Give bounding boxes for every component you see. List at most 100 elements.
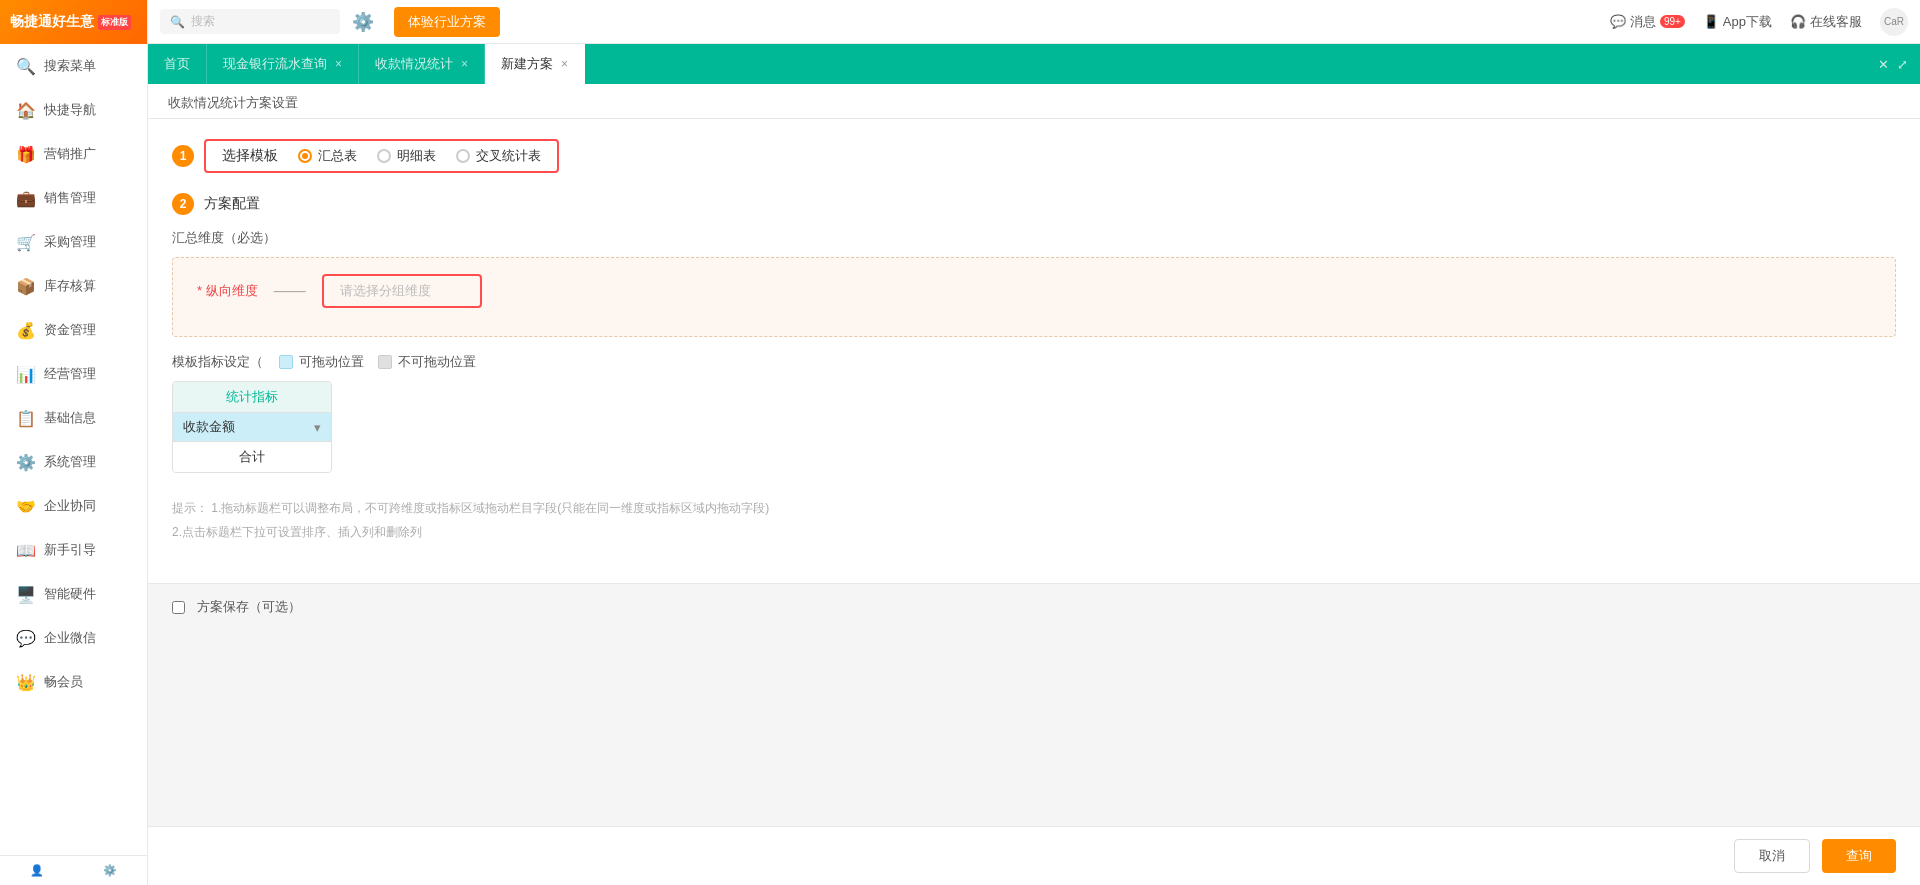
page-title: 收款情况统计方案设置 [168, 95, 298, 110]
sidebar-label-6: 资金管理 [44, 321, 96, 339]
step1-section: 1 选择模板 汇总表明细表交叉统计表 [172, 139, 1896, 173]
cancel-button[interactable]: 取消 [1734, 839, 1810, 873]
app-name: 畅捷通好生意 [10, 13, 94, 31]
search-placeholder: 搜索 [191, 13, 215, 30]
radio-option-1[interactable]: 明细表 [377, 147, 436, 165]
tab-label-1: 现金银行流水查询 [223, 55, 327, 73]
app-logo: 畅捷通好生意 标准版 [0, 0, 147, 44]
tab-close-2[interactable]: × [461, 57, 468, 71]
step2-num: 2 [172, 193, 194, 215]
footer-actions: 取消 查询 [148, 826, 1920, 885]
metrics-table-header: 统计指标 [173, 382, 331, 412]
plan-save-label: 方案保存（可选） [197, 598, 301, 616]
metrics-section-title: 模板指标设定（ [172, 353, 263, 371]
sidebar-item-3[interactable]: 💼 销售管理 [0, 176, 147, 220]
sidebar-item-6[interactable]: 💰资金管理 [0, 308, 147, 352]
close-window-icon[interactable]: ✕ [1878, 57, 1889, 72]
sidebar-bottom: 👤 ⚙️ [0, 855, 147, 885]
sidebar-item-0[interactable]: 🔍搜索菜单 [0, 44, 147, 88]
sidebar-icon-7: 📊 [16, 365, 36, 384]
sidebar-item-2[interactable]: 🎁营销推广 [0, 132, 147, 176]
metrics-cell-1: 收款金额 ▾ [173, 412, 331, 441]
tab-close-1[interactable]: × [335, 57, 342, 71]
legend-movable: 可拖动位置 [279, 353, 364, 371]
sidebar-label-13: 企业微信 [44, 629, 96, 647]
sidebar-icon-4: 🛒 [16, 233, 36, 252]
sidebar-label-7: 经营管理 [44, 365, 96, 383]
sidebar-label-8: 基础信息 [44, 409, 96, 427]
industry-btn[interactable]: 体验行业方案 [394, 7, 500, 37]
sidebar-label-5: 库存核算 [44, 277, 96, 295]
radio-circle-1 [377, 149, 391, 163]
movable-dot [279, 355, 293, 369]
radio-option-0[interactable]: 汇总表 [298, 147, 357, 165]
settings-icon[interactable]: ⚙️ [352, 11, 374, 33]
online-service-item[interactable]: 🎧 在线客服 [1790, 13, 1862, 31]
fixed-label: 不可拖动位置 [398, 353, 476, 371]
tabbar: 首页现金银行流水查询×收款情况统计×新建方案×✕⤢ [148, 44, 1920, 84]
sidebar-item-4[interactable]: 🛒 采购管理 [0, 220, 147, 264]
radio-label-1: 明细表 [397, 147, 436, 165]
topbar: 🔍 搜索 ⚙️ 体验行业方案 💬 消息 99+ 📱 App下载 🎧 在线客服 C… [148, 0, 1920, 44]
dimension-select[interactable]: 请选择分组维度 [322, 274, 482, 308]
tab-2[interactable]: 收款情况统计 × [359, 44, 485, 84]
metrics-dropdown-icon[interactable]: ▾ [314, 420, 321, 435]
sidebar-label-1: 快捷导航 [44, 101, 96, 119]
template-selection-box: 选择模板 汇总表明细表交叉统计表 [204, 139, 559, 173]
sidebar-label-3: 销售管理 [44, 189, 96, 207]
main-area: 🔍 搜索 ⚙️ 体验行业方案 💬 消息 99+ 📱 App下载 🎧 在线客服 C… [148, 0, 1920, 885]
sidebar-item-14[interactable]: 👑 畅会员 [0, 660, 147, 704]
sidebar-item-12[interactable]: 🖥️智能硬件 [0, 572, 147, 616]
sidebar-label-4: 采购管理 [44, 233, 96, 251]
sidebar-bottom-item-1[interactable]: 👤 [0, 856, 74, 885]
sidebar-item-5[interactable]: 📦库存核算 [0, 264, 147, 308]
topbar-right: 💬 消息 99+ 📱 App下载 🎧 在线客服 CaR [1610, 8, 1908, 36]
sidebar-label-14: 畅会员 [44, 673, 83, 691]
sidebar-item-13[interactable]: 💬 企业微信 [0, 616, 147, 660]
edition-badge: 标准版 [98, 15, 131, 30]
sidebar-icon-1: 🏠 [16, 101, 36, 120]
content-area: 1 选择模板 汇总表明细表交叉统计表 2 方案配置 汇总维度（必选） [148, 119, 1920, 826]
sidebar-icon-14: 👑 [16, 673, 36, 692]
tab-label-2: 收款情况统计 [375, 55, 453, 73]
tab-3[interactable]: 新建方案× [485, 44, 585, 84]
notification-badge: 99+ [1660, 15, 1685, 28]
notification-item[interactable]: 💬 消息 99+ [1610, 13, 1685, 31]
sidebar-icon-12: 🖥️ [16, 585, 36, 604]
vertical-dimension-row: * 纵向维度 —— 请选择分组维度 [197, 274, 1871, 308]
sidebar-icon-10: 🤝 [16, 497, 36, 516]
fixed-dot [378, 355, 392, 369]
sidebar-item-9[interactable]: ⚙️系统管理 [0, 440, 147, 484]
sidebar-item-7[interactable]: 📊 经营管理 [0, 352, 147, 396]
tab-1[interactable]: 现金银行流水查询 × [207, 44, 359, 84]
search-icon: 🔍 [170, 15, 185, 29]
vertical-label: * 纵向维度 [197, 282, 258, 300]
sidebar-label-11: 新手引导 [44, 541, 96, 559]
topbar-search[interactable]: 🔍 搜索 [160, 9, 340, 34]
sidebar-item-1[interactable]: 🏠 快捷导航 [0, 88, 147, 132]
query-button[interactable]: 查询 [1822, 839, 1896, 873]
sidebar-item-8[interactable]: 📋基础信息 [0, 396, 147, 440]
step1-header: 1 选择模板 汇总表明细表交叉统计表 [172, 139, 1896, 173]
sidebar-icon-3: 💼 [16, 189, 36, 208]
sidebar-item-11[interactable]: 📖新手引导 [0, 528, 147, 572]
arrow-icon: —— [274, 282, 306, 300]
sidebar-icon-13: 💬 [16, 629, 36, 648]
tip-line-1: 2.点击标题栏下拉可设置排序、插入列和删除列 [172, 522, 1896, 544]
maximize-icon[interactable]: ⤢ [1897, 57, 1908, 72]
download-icon: 📱 [1703, 14, 1719, 29]
sidebar-bottom-item-2[interactable]: ⚙️ [74, 856, 148, 885]
user-avatar[interactable]: CaR [1880, 8, 1908, 36]
sidebar: 畅捷通好生意 标准版 🔍搜索菜单 🏠 快捷导航 🎁营销推广 💼 销售管理 🛒 采购管理 📦库存核… [0, 0, 148, 885]
metrics-item-label: 收款金额 [183, 418, 235, 436]
service-label: 在线客服 [1810, 13, 1862, 31]
radio-option-2[interactable]: 交叉统计表 [456, 147, 541, 165]
app-download-item[interactable]: 📱 App下载 [1703, 13, 1772, 31]
plan-save-checkbox[interactable] [172, 601, 185, 614]
tab-close-3[interactable]: × [561, 57, 568, 71]
sidebar-item-10[interactable]: 🤝企业协同 [0, 484, 147, 528]
metrics-table: 统计指标 收款金额 ▾ 合计 [172, 381, 332, 473]
tab-0[interactable]: 首页 [148, 44, 207, 84]
download-label: App下载 [1723, 13, 1772, 31]
legend-fixed: 不可拖动位置 [378, 353, 476, 371]
